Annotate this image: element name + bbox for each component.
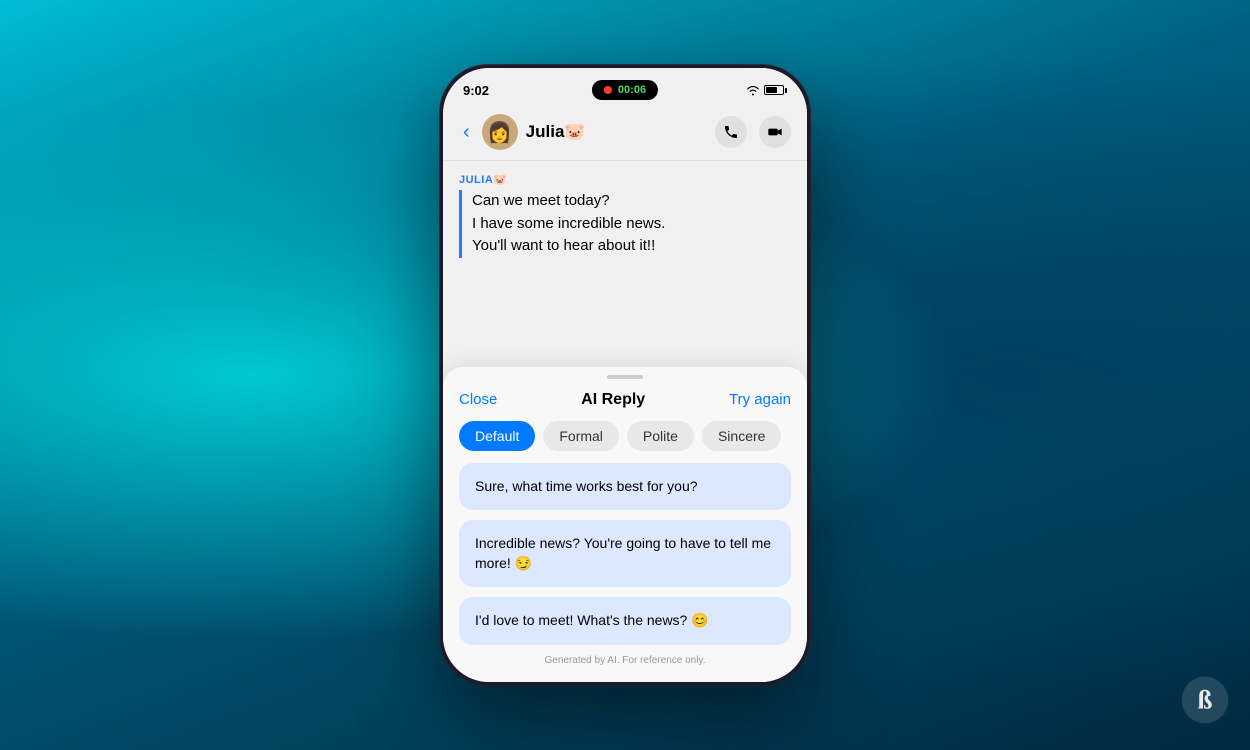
- reply-item-2[interactable]: Incredible news? You're going to have to…: [459, 520, 791, 587]
- avatar: 👩: [482, 114, 518, 150]
- phone-frame: 9:02 00:06: [440, 65, 810, 685]
- received-message: Can we meet today? I have some incredibl…: [459, 190, 791, 258]
- tone-chip-polite[interactable]: Polite: [627, 421, 694, 451]
- record-dot: [604, 86, 612, 94]
- video-call-button[interactable]: [759, 116, 791, 148]
- panel-header: Close AI Reply Try again: [443, 379, 807, 417]
- tone-chips: Default Formal Polite Sincere: [443, 417, 807, 463]
- wifi-icon: [746, 85, 760, 96]
- status-icons: [746, 85, 787, 96]
- chat-header: ‹ 👩 Julia🐷: [443, 108, 807, 161]
- video-icon: [767, 124, 783, 140]
- phone-call-button[interactable]: [715, 116, 747, 148]
- panel-title: AI Reply: [581, 391, 645, 409]
- tone-chip-sincere[interactable]: Sincere: [702, 421, 781, 451]
- tone-chip-formal[interactable]: Formal: [543, 421, 619, 451]
- try-again-button[interactable]: Try again: [729, 391, 791, 408]
- watermark: ß: [1180, 675, 1230, 730]
- contact-name: Julia🐷: [526, 122, 707, 142]
- tone-chip-default[interactable]: Default: [459, 421, 535, 451]
- reply-item-1[interactable]: Sure, what time works best for you?: [459, 463, 791, 511]
- message-line-1: Can we meet today?: [472, 190, 791, 213]
- message-line-2: I have some incredible news.: [472, 213, 791, 236]
- message-line-3: You'll want to hear about it!!: [472, 235, 791, 258]
- status-bar: 9:02 00:06: [443, 68, 807, 108]
- status-time: 9:02: [463, 83, 489, 98]
- header-actions: [715, 116, 791, 148]
- phone-screen: 9:02 00:06: [443, 68, 807, 682]
- message-area: JULIA🐷 Can we meet today? I have some in…: [443, 161, 807, 367]
- dynamic-island-pill: 00:06: [592, 80, 658, 100]
- svg-text:ß: ß: [1198, 685, 1213, 715]
- reply-item-3[interactable]: I'd love to meet! What's the news? 😊: [459, 597, 791, 645]
- sender-label: JULIA🐷: [459, 173, 791, 186]
- dynamic-island: 00:06: [592, 80, 658, 100]
- brand-logo: ß: [1180, 675, 1230, 725]
- back-button[interactable]: ‹: [459, 117, 474, 148]
- close-button[interactable]: Close: [459, 391, 497, 408]
- reply-suggestions: Sure, what time works best for you? Incr…: [443, 463, 807, 645]
- battery-icon: [764, 85, 787, 95]
- call-timer: 00:06: [618, 84, 646, 96]
- ai-footer: Generated by AI. For reference only.: [443, 655, 807, 666]
- phone-icon: [723, 124, 739, 140]
- ai-reply-panel: Close AI Reply Try again Default Formal …: [443, 367, 807, 682]
